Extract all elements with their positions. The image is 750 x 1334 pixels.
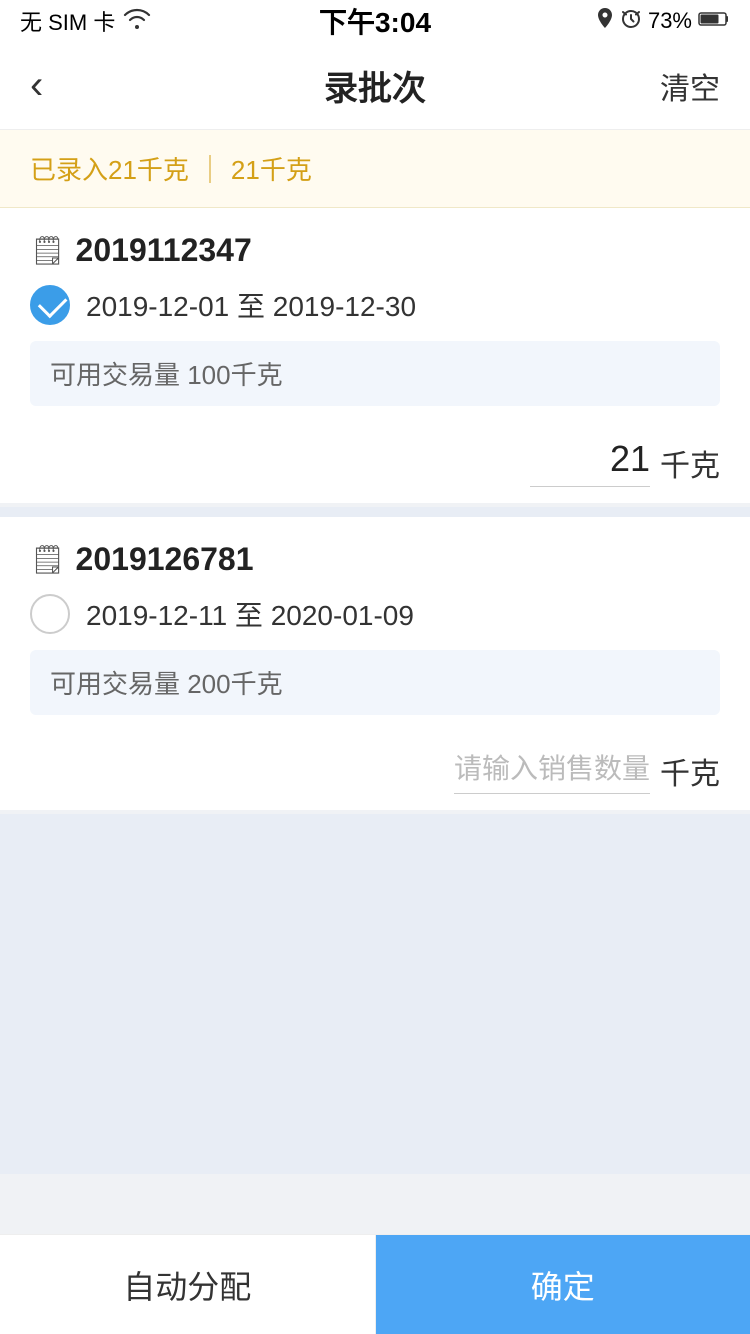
- nav-bar: ‹ 录批次 清空: [0, 42, 750, 130]
- batch-date-1: 2019-12-01 至 2019-12-30: [86, 285, 416, 325]
- batch-radio-2[interactable]: [30, 594, 70, 634]
- quantity-value-1: 21: [610, 438, 650, 479]
- status-left: 无 SIM 卡: [20, 5, 151, 37]
- carrier-text: 无 SIM 卡: [20, 5, 115, 37]
- battery-text: 73%: [648, 8, 692, 34]
- confirm-button[interactable]: 确定: [376, 1235, 750, 1334]
- quantity-row-2: 请输入销售数量 千克: [0, 731, 750, 810]
- batch-availability-2: 可用交易量 200千克: [30, 650, 720, 715]
- auto-distribute-button[interactable]: 自动分配: [0, 1235, 376, 1334]
- back-button[interactable]: ‹: [30, 63, 90, 108]
- info-value: 21千克: [231, 150, 312, 187]
- batch-id-1: 2019112347: [76, 232, 252, 269]
- quantity-unit-2: 千克: [660, 749, 720, 793]
- batch-item-2: 🗒 2019126781 2019-12-11 至 2020-01-09 可用交…: [0, 517, 750, 810]
- info-divider: [209, 155, 211, 183]
- quantity-input-2[interactable]: 请输入销售数量: [454, 747, 650, 794]
- quantity-placeholder-2: 请输入销售数量: [454, 753, 650, 784]
- wifi-icon: [123, 7, 151, 35]
- batch-doc-icon-1: 🗒: [30, 234, 66, 267]
- batch-date-row-2: 2019-12-11 至 2020-01-09: [0, 586, 750, 642]
- batch-header-2: 🗒 2019126781: [0, 517, 750, 586]
- batch-radio-1[interactable]: [30, 285, 70, 325]
- batch-availability-1: 可用交易量 100千克: [30, 341, 720, 406]
- info-recorded-label: 已录入21千克: [30, 150, 189, 187]
- batch-date-row-1: 2019-12-01 至 2019-12-30: [0, 277, 750, 333]
- batch-doc-icon-2: 🗒: [30, 543, 66, 576]
- quantity-row-1: 21 千克: [0, 422, 750, 503]
- batch-header-1: 🗒 2019112347: [0, 208, 750, 277]
- batch-date-2: 2019-12-11 至 2020-01-09: [86, 594, 414, 634]
- page-title: 录批次: [324, 61, 426, 110]
- location-icon: [596, 7, 614, 35]
- status-bar: 无 SIM 卡 下午3:04 73%: [0, 0, 750, 42]
- status-time: 下午3:04: [319, 1, 431, 41]
- status-right: 73%: [596, 7, 730, 35]
- clear-button[interactable]: 清空: [660, 64, 720, 108]
- bottom-area: [0, 814, 750, 1174]
- quantity-input-1[interactable]: 21: [530, 438, 650, 487]
- info-banner: 已录入21千克 21千克: [0, 130, 750, 208]
- batch-item-1: 🗒 2019112347 2019-12-01 至 2019-12-30 可用交…: [0, 208, 750, 503]
- batch-id-2: 2019126781: [76, 541, 254, 578]
- quantity-unit-1: 千克: [660, 441, 720, 485]
- section-separator: [0, 507, 750, 517]
- battery-icon: [698, 8, 730, 34]
- alarm-icon: [620, 7, 642, 35]
- footer: 自动分配 确定: [0, 1234, 750, 1334]
